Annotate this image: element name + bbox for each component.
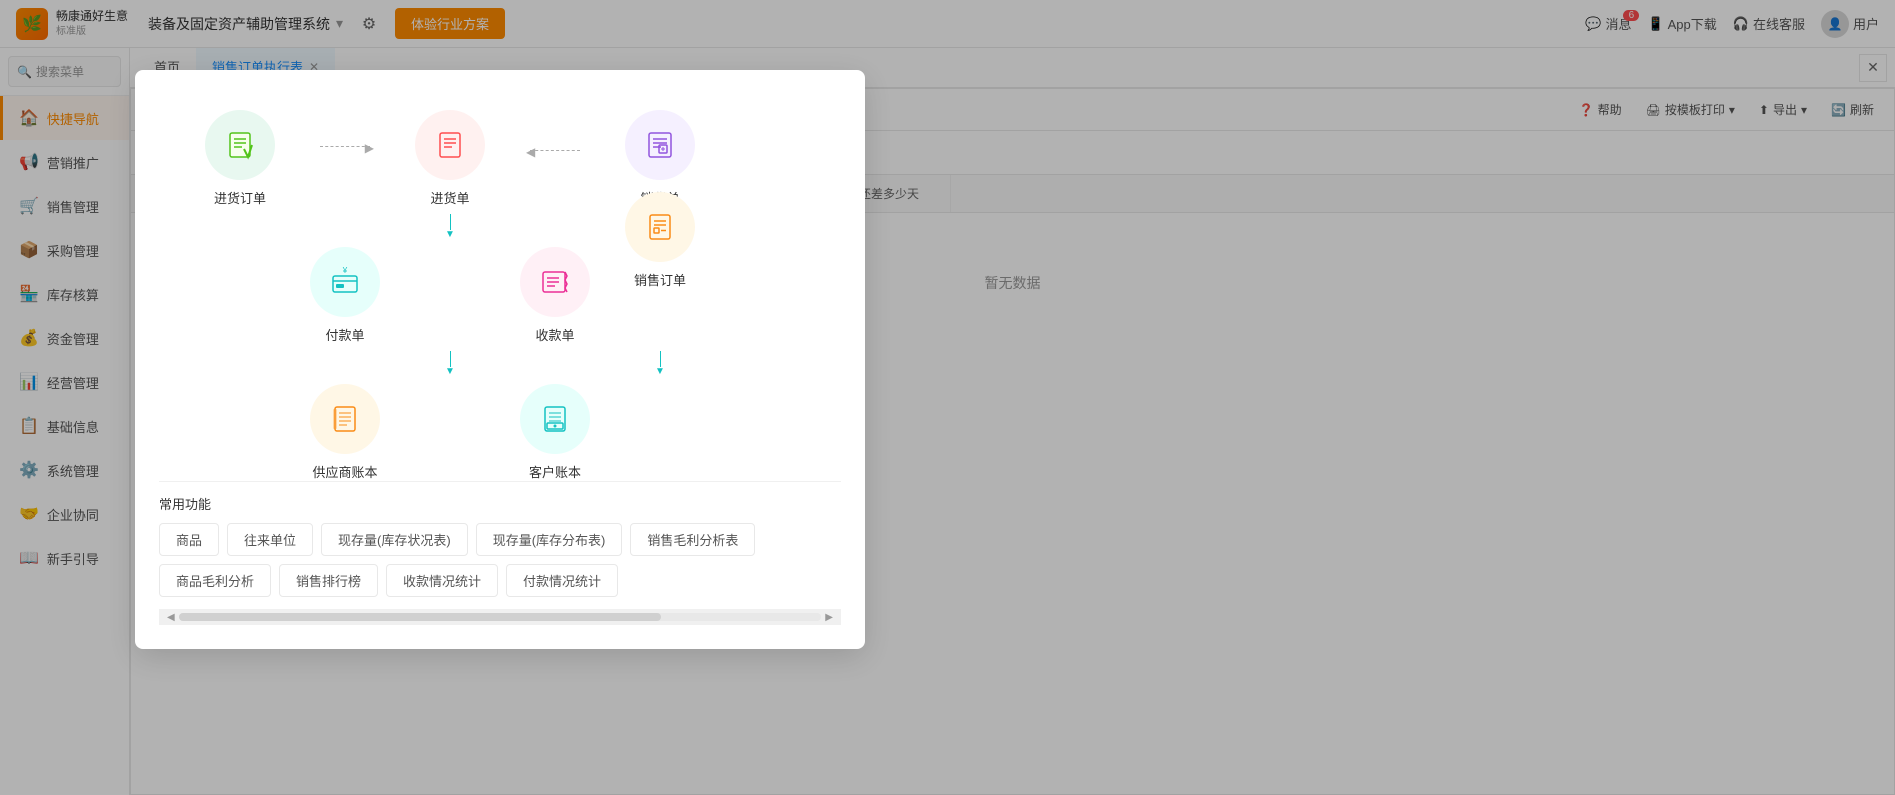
purchase-bill-icon	[415, 110, 485, 180]
purchase-bill-node: 进货单	[390, 110, 510, 207]
common-btn-销售排行榜[interactable]: 销售排行榜	[279, 564, 378, 597]
common-btn-现存量(库存分布表)[interactable]: 现存量(库存分布表)	[476, 523, 623, 556]
customer-ledger-label: 客户账本	[529, 462, 581, 481]
arrow-purchase-bill-down: ▼	[445, 212, 455, 242]
common-functions-section: 常用功能 商品往来单位现存量(库存状况表)现存量(库存分布表)销售毛利分析表商品…	[159, 481, 841, 597]
customer-ledger-icon	[520, 384, 590, 454]
sales-bill-icon	[625, 110, 695, 180]
common-btn-付款情况统计[interactable]: 付款情况统计	[506, 564, 618, 597]
scroll-right-arrow[interactable]: ▶	[821, 612, 837, 623]
common-btn-商品[interactable]: 商品	[159, 523, 219, 556]
common-btn-现存量(库存状况表)[interactable]: 现存量(库存状况表)	[321, 523, 468, 556]
arrow-receipt-down: ▼	[655, 349, 665, 379]
purchase-order-node: 进货订单	[180, 110, 300, 207]
supplier-ledger-icon	[310, 384, 380, 454]
sales-order-node: 销售订单	[600, 192, 720, 289]
svg-text:¥: ¥	[342, 266, 348, 275]
receipt-node: 收款单	[495, 247, 615, 344]
payment-icon: ¥	[310, 247, 380, 317]
supplier-ledger-node: 供应商账本	[285, 384, 405, 481]
scroll-track	[179, 613, 822, 621]
purchase-bill-label: 进货单	[430, 188, 469, 207]
purchase-order-label: 进货订单	[214, 188, 266, 207]
receipt-label: 收款单	[535, 325, 574, 344]
scroll-thumb	[179, 613, 661, 621]
common-btn-收款情况统计[interactable]: 收款情况统计	[386, 564, 498, 597]
flow-diagram: 进货订单 ▶ 进货单	[159, 94, 841, 481]
flow-grid: 进货订单 ▶ 进货单	[175, 110, 841, 481]
payment-node: ¥ 付款单	[285, 247, 405, 344]
quick-nav-popup: 进货订单 ▶ 进货单	[135, 70, 865, 649]
customer-ledger-node: 客户账本	[495, 384, 615, 481]
arrow-payment-down: ▼	[445, 349, 455, 379]
sales-order-label: 销售订单	[634, 270, 686, 289]
receipt-icon	[520, 247, 590, 317]
purchase-order-icon	[205, 110, 275, 180]
arrow-sales-bill-to-sales-order: ◀	[530, 139, 580, 154]
supplier-ledger-label: 供应商账本	[312, 462, 377, 481]
common-btn-往来单位[interactable]: 往来单位	[227, 523, 313, 556]
payment-label: 付款单	[325, 325, 364, 344]
arrow-purchase-order-to-bill: ▶	[320, 146, 370, 147]
common-buttons-container: 商品往来单位现存量(库存状况表)现存量(库存分布表)销售毛利分析表商品毛利分析销…	[159, 523, 841, 597]
scroll-left-arrow[interactable]: ◀	[163, 612, 179, 623]
common-functions-title: 常用功能	[159, 494, 841, 513]
scroll-bar[interactable]: ◀ ▶	[159, 609, 841, 625]
sales-order-icon	[625, 192, 695, 262]
common-btn-销售毛利分析表[interactable]: 销售毛利分析表	[630, 523, 755, 556]
common-btn-商品毛利分析[interactable]: 商品毛利分析	[159, 564, 271, 597]
